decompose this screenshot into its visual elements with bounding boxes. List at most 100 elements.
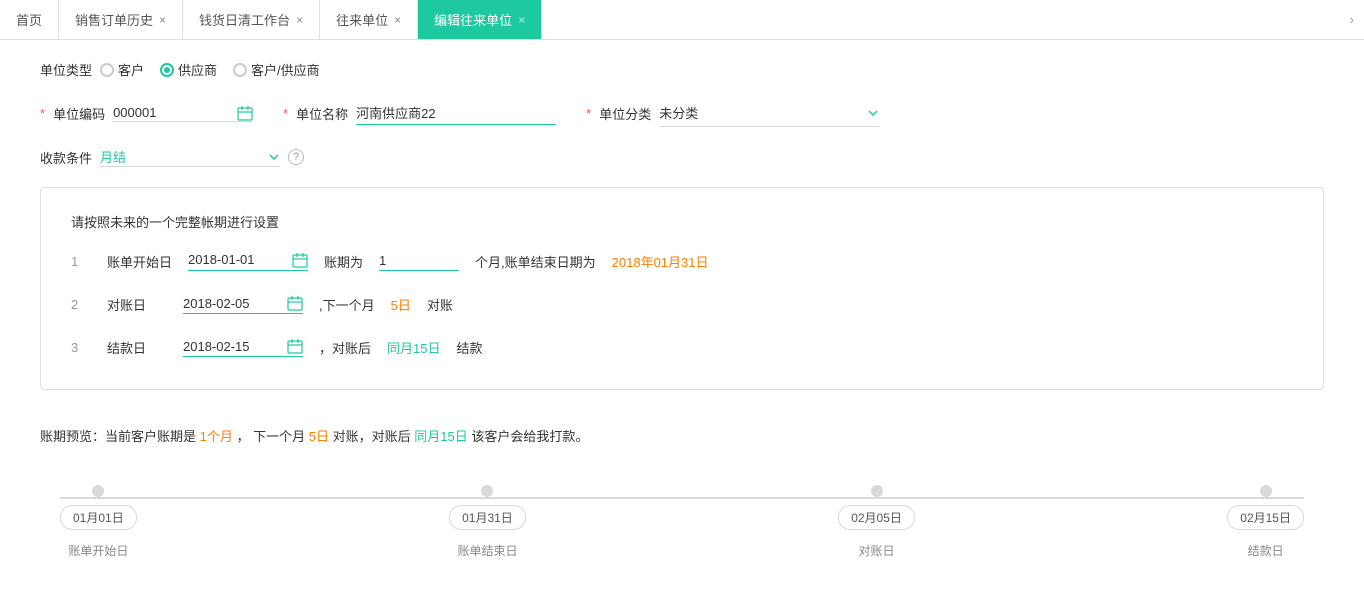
row-2-suffix-highlight: 5日 bbox=[391, 295, 411, 314]
timeline-dot-3 bbox=[1260, 485, 1272, 497]
row-3-suffix-after: 结款 bbox=[456, 338, 482, 357]
radio-supplier-label: 供应商 bbox=[178, 60, 217, 79]
row-2-type: 对账日 bbox=[107, 295, 167, 314]
unit-type-group: 单位类型 客户 供应商 客户/供应商 bbox=[40, 60, 320, 79]
tab-contacts[interactable]: 往来单位 × bbox=[320, 0, 418, 39]
row-3-calendar-icon[interactable] bbox=[287, 338, 303, 354]
timeline-label-3: 结款日 bbox=[1248, 542, 1284, 559]
unit-code-icon bbox=[237, 105, 253, 121]
unit-type-row: 单位类型 客户 供应商 客户/供应商 bbox=[40, 60, 1324, 79]
unit-name-star: * bbox=[283, 106, 288, 121]
tab-sales-history[interactable]: 销售订单历史 × bbox=[59, 0, 183, 39]
timeline-dot-2 bbox=[871, 485, 883, 497]
timeline-badge-3: 02月15日 bbox=[1227, 505, 1304, 530]
row-1-period-unit: 个月,账单结束日期为 bbox=[475, 252, 596, 271]
tab-edit-contacts-close[interactable]: × bbox=[518, 13, 525, 27]
tab-home[interactable]: 首页 bbox=[0, 0, 59, 39]
radio-supplier[interactable]: 供应商 bbox=[160, 60, 217, 79]
preview-suffix: 该客户会给我打款。 bbox=[471, 429, 588, 444]
tab-contacts-label: 往来单位 bbox=[336, 10, 388, 29]
timeline: 01月01日 账单开始日 01月31日 账单结束日 02月05日 对账日 02月… bbox=[40, 475, 1324, 569]
timeline-label-1: 账单结束日 bbox=[457, 542, 517, 559]
payment-terms-help[interactable]: ? bbox=[288, 149, 304, 165]
row-1-period-end: 2018年01月31日 bbox=[612, 252, 709, 271]
unit-name-group: * 单位名称 bbox=[283, 101, 556, 125]
row-3-number: 3 bbox=[71, 340, 91, 355]
tab-contacts-close[interactable]: × bbox=[394, 13, 401, 27]
payment-terms-dropdown[interactable]: 月结 bbox=[100, 147, 280, 167]
payment-terms-chevron bbox=[268, 151, 280, 163]
row-1-type: 账单开始日 bbox=[107, 252, 172, 271]
row-2-suffix-after: 对账 bbox=[427, 295, 453, 314]
row-2-date bbox=[183, 295, 303, 314]
setting-row-3: 3 结款日 ，对账后 同月15日 结款 bbox=[71, 338, 1293, 357]
timeline-label-0: 账单开始日 bbox=[68, 542, 128, 559]
preview-section: 账期预览：当前客户账期是 1个月 ， 下一个月 5日 对账，对账后 同月15日 … bbox=[40, 410, 1324, 585]
setting-panel: 请按照未来的一个完整帐期进行设置 1 账单开始日 账期为 个月,账单结束日期为 … bbox=[40, 187, 1324, 390]
radio-both-label: 客户/供应商 bbox=[251, 60, 320, 79]
tab-cashflow-label: 钱货日清工作台 bbox=[199, 10, 290, 29]
radio-group: 客户 供应商 客户/供应商 bbox=[100, 60, 320, 79]
row-1-date-input[interactable] bbox=[188, 252, 288, 267]
radio-customer[interactable]: 客户 bbox=[100, 60, 144, 79]
preview-text: 账期预览：当前客户账期是 1个月 ， 下一个月 5日 对账，对账后 同月15日 … bbox=[40, 426, 1324, 445]
unit-category-select[interactable]: 未分类 bbox=[659, 99, 879, 127]
timeline-badge-0: 01月01日 bbox=[60, 505, 137, 530]
timeline-points: 01月01日 账单开始日 01月31日 账单结束日 02月05日 对账日 02月… bbox=[60, 485, 1304, 559]
unit-type-label: 单位类型 bbox=[40, 60, 92, 79]
unit-code-input[interactable] bbox=[113, 105, 233, 120]
row-2-calendar-icon[interactable] bbox=[287, 295, 303, 311]
tab-sales-history-label: 销售订单历史 bbox=[75, 10, 153, 29]
timeline-dot-1 bbox=[481, 485, 493, 497]
unit-name-input[interactable] bbox=[356, 101, 556, 125]
unit-code-group: * 单位编码 bbox=[40, 104, 253, 123]
tabs-bar: 首页 销售订单历史 × 钱货日清工作台 × 往来单位 × 编辑往来单位 × › bbox=[0, 0, 1364, 40]
timeline-point-1: 01月31日 账单结束日 bbox=[449, 485, 526, 559]
payment-terms-label: 收款条件 bbox=[40, 148, 92, 167]
preview-item1: 1个月 bbox=[200, 429, 233, 444]
preview-item3: 同月15日 bbox=[414, 429, 467, 444]
tab-cashflow[interactable]: 钱货日清工作台 × bbox=[183, 0, 320, 39]
tab-edit-contacts[interactable]: 编辑往来单位 × bbox=[418, 0, 542, 39]
timeline-dot-0 bbox=[92, 485, 104, 497]
radio-customer-label: 客户 bbox=[118, 60, 144, 79]
panel-title: 请按照未来的一个完整帐期进行设置 bbox=[71, 212, 1293, 231]
tab-edit-contacts-label: 编辑往来单位 bbox=[434, 10, 512, 29]
preview-item2-after: 对账，对账后 bbox=[333, 429, 411, 444]
setting-row-2: 2 对账日 ,下一个月 5日 对账 bbox=[71, 295, 1293, 314]
unit-category-value: 未分类 bbox=[659, 103, 863, 122]
preview-item2-before: 下一个月 bbox=[253, 429, 305, 444]
row-1-period-label: 账期为 bbox=[324, 252, 363, 271]
row-2-date-input[interactable] bbox=[183, 296, 283, 311]
row-3-date-input[interactable] bbox=[183, 339, 283, 354]
tab-cashflow-close[interactable]: × bbox=[296, 13, 303, 27]
tab-home-label: 首页 bbox=[16, 10, 42, 29]
unit-code-input-wrapper bbox=[113, 105, 253, 122]
tabs-scroll-right[interactable]: › bbox=[1340, 0, 1364, 39]
row-3-type: 结款日 bbox=[107, 338, 167, 357]
row-3-suffix-text: ，对账后 bbox=[319, 338, 371, 357]
unit-category-star: * bbox=[586, 106, 591, 121]
payment-terms-group: 收款条件 月结 ? bbox=[40, 147, 304, 167]
row-1-period-input[interactable] bbox=[379, 251, 459, 271]
unit-category-group: * 单位分类 未分类 bbox=[586, 99, 879, 127]
row-1-calendar-icon[interactable] bbox=[292, 252, 308, 268]
timeline-badge-2: 02月05日 bbox=[838, 505, 915, 530]
payment-terms-row: 收款条件 月结 ? bbox=[40, 147, 1324, 167]
row-2-number: 2 bbox=[71, 297, 91, 312]
radio-both-circle bbox=[233, 63, 247, 77]
timeline-badge-1: 01月31日 bbox=[449, 505, 526, 530]
tab-sales-history-close[interactable]: × bbox=[159, 13, 166, 27]
unit-category-label: 单位分类 bbox=[599, 104, 651, 123]
preview-item1-after: ， bbox=[237, 429, 250, 444]
row-1-number: 1 bbox=[71, 254, 91, 269]
preview-item2: 5日 bbox=[309, 429, 329, 444]
timeline-point-0: 01月01日 账单开始日 bbox=[60, 485, 137, 559]
radio-both[interactable]: 客户/供应商 bbox=[233, 60, 320, 79]
timeline-label-2: 对账日 bbox=[859, 542, 895, 559]
unit-name-label: 单位名称 bbox=[296, 104, 348, 123]
unit-info-row: * 单位编码 * 单位名称 * 单位分类 未分类 bbox=[40, 99, 1324, 127]
setting-row-1: 1 账单开始日 账期为 个月,账单结束日期为 2018年01月31日 bbox=[71, 251, 1293, 271]
radio-customer-circle bbox=[100, 63, 114, 77]
radio-supplier-circle bbox=[160, 63, 174, 77]
